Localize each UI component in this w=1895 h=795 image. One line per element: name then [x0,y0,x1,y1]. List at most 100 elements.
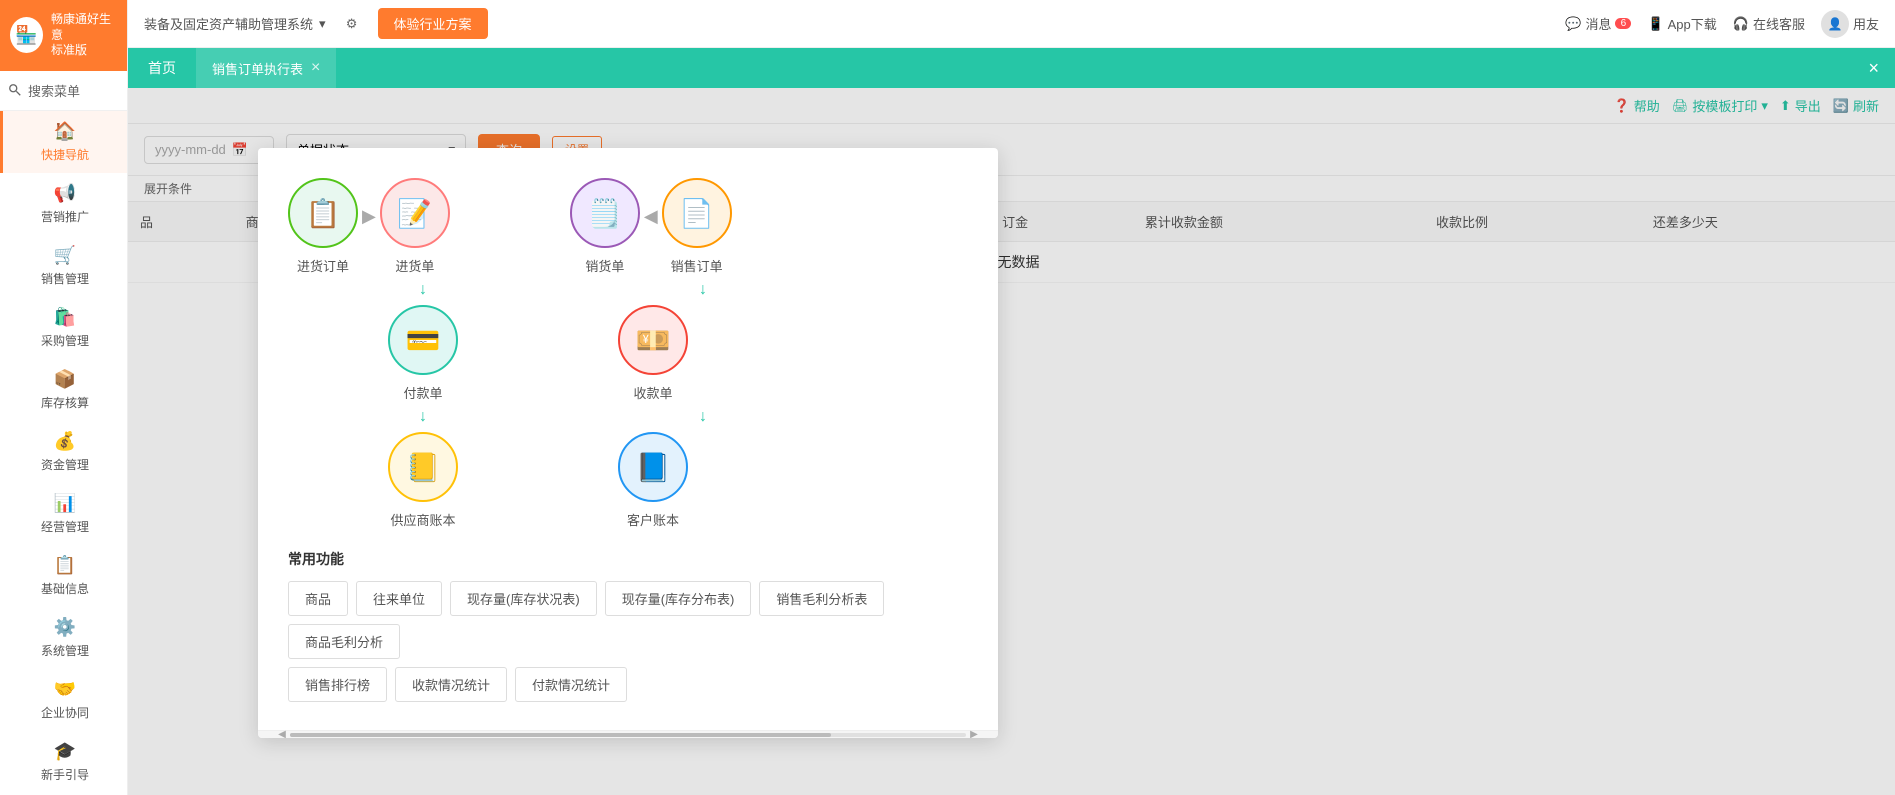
chevron-down-icon: ▾ [319,16,326,32]
sidebar-item-finance[interactable]: 💰 资金管理 [0,421,127,483]
flow-node-receipt[interactable]: 💴 收款单 [618,305,688,402]
sidebar-item-collab[interactable]: 🤝 企业协同 [0,669,127,731]
common-buttons-row1: 商品 往来单位 现存量(库存状况表) 现存量(库存分布表) 销售毛利分析表 商品… [288,581,968,659]
logo-icon: 🏪 [10,17,43,53]
flow-node-sales-bill[interactable]: 🗒️ 销货单 [570,178,640,275]
basic-icon: 📋 [54,555,76,576]
arrow-down-payment: ↓ [388,281,458,299]
finance-icon: 💰 [54,431,76,452]
common-btn-product[interactable]: 商品 [288,581,348,616]
logo-text: 畅康通好生意 标准版 [51,12,117,59]
arrow-sales-order-to-bill: ◀ [640,206,662,227]
purchase-order-label: 进货订单 [297,256,349,275]
close-all-tabs-button[interactable]: × [1852,48,1895,88]
sidebar-item-basic[interactable]: 📋 基础信息 [0,545,127,607]
tab-bar: 首页 销售订单执行表 × × [128,48,1895,88]
receipt-label: 收款单 [633,383,672,402]
sidebar-item-guide[interactable]: 🎓 新手引导 [0,731,127,793]
topbar-right: 💬 消息 6 📱 App下载 🎧 在线客服 👤 用友 [1565,10,1879,38]
topbar: 装备及固定资产辅助管理系统 ▾ ⚙ 体验行业方案 💬 消息 6 📱 App下载 [128,0,1895,48]
message-button[interactable]: 💬 消息 6 [1565,14,1631,33]
arrow-purchase-to-bill: ▶ [358,206,380,227]
purchase-icon: 🛍️ [54,307,76,328]
search-menu[interactable]: 搜索菜单 [0,71,127,111]
flow-section: 📋 进货订单 ▶ 📝 进货单 [258,148,998,549]
avatar: 👤 [1821,10,1849,38]
message-icon: 💬 [1565,16,1581,32]
arrow-down-customer: ↓ [668,408,738,426]
flow-node-sales-order[interactable]: 📄 销售订单 [662,178,732,275]
sidebar-item-quick[interactable]: 🏠 快捷导航 [0,111,127,173]
download-icon: 📱 [1647,16,1663,32]
common-btn-payment-stats[interactable]: 付款情况统计 [515,667,627,702]
sidebar-nav: 🏠 快捷导航 📢 营销推广 🛒 销售管理 🛍️ 采购管理 📦 库存核算 💰 [0,111,127,795]
logo[interactable]: 🏪 畅康通好生意 标准版 [0,0,127,71]
common-btn-partner[interactable]: 往来单位 [356,581,442,616]
system-dropdown[interactable]: ▾ [319,16,326,32]
system-icon: ⚙️ [54,617,76,638]
common-btn-product-margin[interactable]: 商品毛利分析 [288,624,400,659]
modal-overlay[interactable]: 📋 进货订单 ▶ 📝 进货单 [128,88,1895,795]
customer-ledger-label: 客户账本 [627,510,679,529]
settings-icon[interactable]: ⚙ [338,10,366,38]
operations-icon: 📊 [54,493,76,514]
sales-order-icon: 📄 [662,178,732,248]
sales-bill-label: 销货单 [585,256,624,275]
collab-icon: 🤝 [54,679,76,700]
marketing-icon: 📢 [54,183,76,204]
supplier-ledger-icon: 📒 [388,432,458,502]
common-section: 常用功能 商品 往来单位 现存量(库存状况表) 现存量(库存分布表) 销售毛利分… [258,549,998,730]
sales-bill-icon: 🗒️ [570,178,640,248]
try-button[interactable]: 体验行业方案 [378,8,488,39]
inventory-icon: 📦 [54,369,76,390]
modal-scrollbar: ◀ ▶ [258,730,998,738]
scroll-right-icon[interactable]: ▶ [966,727,982,739]
common-btn-sales-margin[interactable]: 销售毛利分析表 [759,581,884,616]
message-badge: 6 [1615,18,1631,29]
online-service-button[interactable]: 🎧 在线客服 [1733,14,1805,33]
flow-node-supplier-ledger[interactable]: 📒 供应商账本 [388,432,458,529]
common-btn-sales-rank[interactable]: 销售排行榜 [288,667,387,702]
sales-icon: 🛒 [54,245,76,266]
guide-icon: 🎓 [54,741,76,762]
arrow-down-supplier: ↓ [388,408,458,426]
service-icon: 🎧 [1733,16,1749,32]
sales-order-label: 销售订单 [671,256,723,275]
quick-nav-modal: 📋 进货订单 ▶ 📝 进货单 [258,148,998,738]
tab-close-icon[interactable]: × [311,60,320,76]
payment-icon: 💳 [388,305,458,375]
common-btn-receipt-stats[interactable]: 收款情况统计 [395,667,507,702]
flow-node-purchase-bill[interactable]: 📝 进货单 [380,178,450,275]
tab-sales-order[interactable]: 销售订单执行表 × [196,48,336,88]
sidebar-item-inventory[interactable]: 📦 库存核算 [0,359,127,421]
system-title-area: 装备及固定资产辅助管理系统 ▾ [144,14,326,33]
flow-node-payment[interactable]: 💳 付款单 [388,305,458,402]
common-btn-stock-dist[interactable]: 现存量(库存分布表) [605,581,752,616]
arrow-down-receipt: ↓ [668,281,738,299]
sidebar-item-system[interactable]: ⚙️ 系统管理 [0,607,127,669]
common-title: 常用功能 [288,549,968,569]
home-icon: 🏠 [54,121,76,142]
scrollbar-track[interactable] [290,733,966,737]
customer-ledger-icon: 📘 [618,432,688,502]
flow-node-purchase-order[interactable]: 📋 进货订单 [288,178,358,275]
user-area[interactable]: 👤 用友 [1821,10,1879,38]
payment-label: 付款单 [403,383,442,402]
flow-node-customer-ledger[interactable]: 📘 客户账本 [618,432,688,529]
main-area: 装备及固定资产辅助管理系统 ▾ ⚙ 体验行业方案 💬 消息 6 📱 App下载 [128,0,1895,795]
sidebar-item-marketing[interactable]: 📢 营销推广 [0,173,127,235]
sidebar-item-purchase[interactable]: 🛍️ 采购管理 [0,297,127,359]
sidebar-item-sales[interactable]: 🛒 销售管理 [0,235,127,297]
common-buttons-row2: 销售排行榜 收款情况统计 付款情况统计 [288,667,968,702]
common-btn-stock-status[interactable]: 现存量(库存状况表) [450,581,597,616]
sidebar-item-operations[interactable]: 📊 经营管理 [0,483,127,545]
purchase-bill-label: 进货单 [395,256,434,275]
tab-home[interactable]: 首页 [128,48,196,88]
purchase-order-icon: 📋 [288,178,358,248]
app-download-button[interactable]: 📱 App下载 [1647,14,1716,33]
system-title: 装备及固定资产辅助管理系统 [144,14,313,33]
scrollbar-thumb [290,733,831,737]
content-area: ❓ 帮助 🖨 按模板打印 ▾ ⬆ 导出 🔄 刷新 [128,88,1895,795]
scroll-left-icon[interactable]: ◀ [274,727,290,739]
search-icon [8,83,22,97]
